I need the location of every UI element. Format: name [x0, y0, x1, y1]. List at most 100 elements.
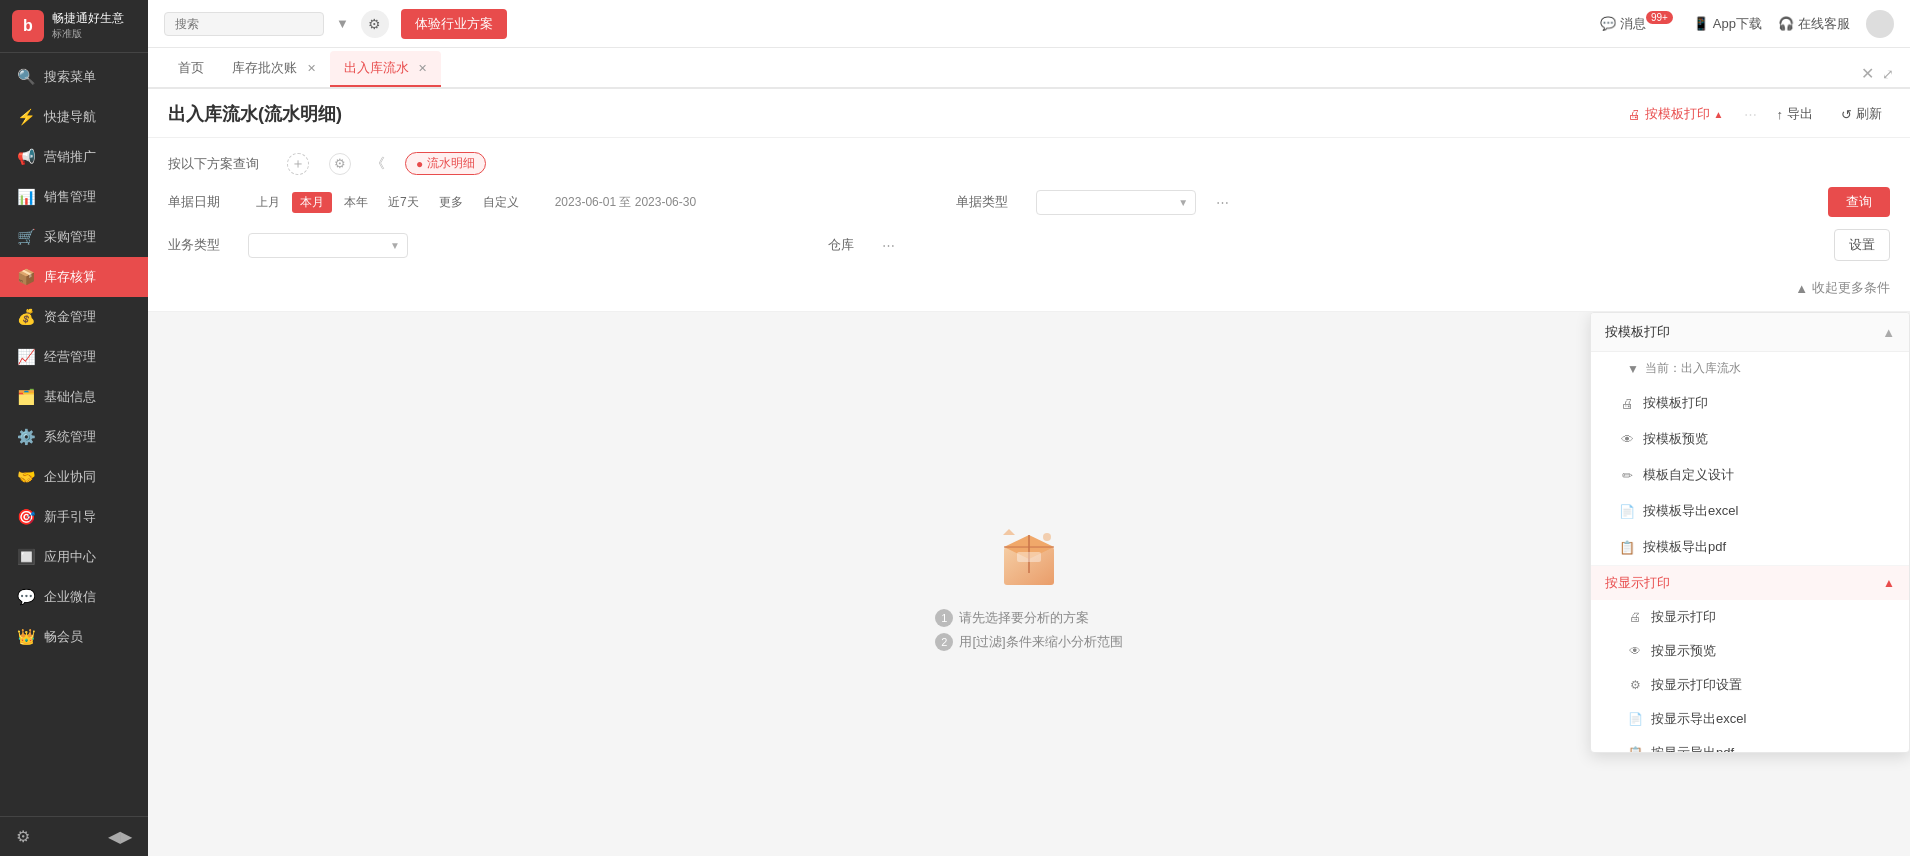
print-template-button[interactable]: 🖨 按模板打印 ▲	[1620, 101, 1732, 127]
dp-item-preview-template[interactable]: 👁 按模板预览	[1591, 421, 1909, 457]
setting-button[interactable]: 设置	[1834, 229, 1890, 261]
date-shortcut-lastmonth[interactable]: 上月	[248, 192, 288, 213]
operations-icon: 📈	[16, 347, 36, 367]
dp-item-custom-design[interactable]: ✏ 模板自定义设计	[1591, 457, 1909, 493]
dp-group-display-label: 按显示打印	[1605, 574, 1670, 592]
search-dropdown-icon[interactable]: ▼	[336, 16, 349, 31]
sidebar-item-purchase[interactable]: 🛒 采购管理	[0, 217, 148, 257]
sidebar-item-wechat[interactable]: 💬 企业微信	[0, 577, 148, 617]
doc-type-select[interactable]	[1036, 190, 1196, 215]
sidebar-item-member[interactable]: 👑 畅会员	[0, 617, 148, 657]
refresh-button[interactable]: ↺ 刷新	[1833, 101, 1890, 127]
filter-row-1: 按以下方案查询 ＋ ⚙ 《 ● 流水明细	[168, 152, 1890, 175]
empty-hints: 1 请先选择要分析的方案 2 用[过滤]条件来缩小分析范围	[935, 609, 1122, 651]
dp-design-icon: ✏	[1619, 467, 1635, 483]
expand-window-icon[interactable]: ⤢	[1882, 66, 1894, 82]
collapse-button[interactable]: ▲ 收起更多条件	[1795, 279, 1890, 297]
message-button[interactable]: 💬 消息 99+	[1600, 15, 1677, 33]
refresh-icon: ↺	[1841, 107, 1852, 122]
svg-point-6	[1043, 533, 1051, 541]
close-window-icon[interactable]: ✕	[1861, 64, 1874, 83]
filter-add-button[interactable]: ＋	[287, 153, 309, 175]
sidebar-item-basic[interactable]: 🗂️ 基础信息	[0, 377, 148, 417]
search-input[interactable]	[164, 12, 324, 36]
topbar: ▼ ⚙ 体验行业方案 💬 消息 99+ 📱 App下载 🎧 在线客服	[148, 0, 1910, 48]
dp-sub-settings-label: 按显示打印设置	[1651, 676, 1742, 694]
tab-batch-account[interactable]: 库存批次账 ✕	[218, 51, 330, 87]
warehouse-more-icon[interactable]: ⋯	[882, 238, 895, 253]
sidebar-item-sales[interactable]: 📊 销售管理	[0, 177, 148, 217]
collapse-sidebar-icon[interactable]: ◀▶	[108, 827, 132, 846]
sidebar-item-search[interactable]: 🔍 搜索菜单	[0, 57, 148, 97]
page-header-actions: 🖨 按模板打印 ▲ ⋯ ↑ 导出 ↺ 刷新	[1620, 101, 1890, 137]
tabs-bar: 首页 库存批次账 ✕ 出入库流水 ✕ ✕ ⤢	[148, 48, 1910, 88]
sidebar-item-cooperation[interactable]: 🤝 企业协同	[0, 457, 148, 497]
dp-sub-item-preview-display[interactable]: 👁 按显示预览	[1591, 634, 1909, 668]
biz-type-select[interactable]	[248, 233, 408, 258]
doc-type-more-icon[interactable]: ⋯	[1216, 195, 1229, 210]
dropdown-collapse-icon[interactable]: ▲	[1882, 325, 1895, 340]
filter-right-actions: 查询	[1828, 187, 1890, 217]
settings-icon[interactable]: ⚙	[16, 827, 30, 846]
sidebar-item-sales-label: 销售管理	[44, 188, 96, 206]
online-service-button[interactable]: 🎧 在线客服	[1778, 15, 1850, 33]
page-title: 出入库流水(流水明细)	[168, 102, 342, 136]
dp-sub-excel-icon: 📄	[1627, 711, 1643, 727]
dp-item-export-excel-template[interactable]: 📄 按模板导出excel	[1591, 493, 1909, 529]
tab-inout-flow[interactable]: 出入库流水 ✕	[330, 51, 442, 87]
dp-item-print-label: 按模板打印	[1643, 394, 1708, 412]
dp-item-export-pdf-template[interactable]: 📋 按模板导出pdf	[1591, 529, 1909, 565]
dp-group-display-arrow: ▲	[1883, 576, 1895, 590]
sidebar-item-cooperation-label: 企业协同	[44, 468, 96, 486]
settings-gear-icon[interactable]: ⚙	[361, 10, 389, 38]
dp-sub-item-print-display[interactable]: 🖨 按显示打印	[1591, 600, 1909, 634]
tab-batch-account-close-icon[interactable]: ✕	[307, 62, 316, 74]
date-shortcut-7days[interactable]: 近7天	[380, 192, 427, 213]
query-button[interactable]: 查询	[1828, 187, 1890, 217]
tab-home[interactable]: 首页	[164, 51, 218, 87]
export-button[interactable]: ↑ 导出	[1769, 101, 1822, 127]
dp-sub-print-label: 按显示打印	[1651, 608, 1716, 626]
export-icon: ↑	[1777, 107, 1784, 122]
user-avatar[interactable]	[1866, 10, 1894, 38]
dp-item-design-label: 模板自定义设计	[1643, 466, 1734, 484]
dp-item-print-template[interactable]: 🖨 按模板打印	[1591, 385, 1909, 421]
filter-collapse-icon[interactable]: 《	[371, 155, 385, 173]
date-shortcut-custom[interactable]: 自定义	[475, 192, 527, 213]
sidebar-item-system[interactable]: ⚙️ 系统管理	[0, 417, 148, 457]
sidebar-item-operations[interactable]: 📈 经营管理	[0, 337, 148, 377]
sidebar-item-purchase-label: 采购管理	[44, 228, 96, 246]
date-shortcut-thismonth[interactable]: 本月	[292, 192, 332, 213]
sidebar-item-finance[interactable]: 💰 资金管理	[0, 297, 148, 337]
sidebar-item-app-center[interactable]: 🔲 应用中心	[0, 537, 148, 577]
empty-state-icon	[989, 517, 1069, 597]
date-shortcut-more[interactable]: 更多	[431, 192, 471, 213]
filter-setting-button[interactable]: ⚙	[329, 153, 351, 175]
industry-solution-button[interactable]: 体验行业方案	[401, 9, 507, 39]
sidebar-item-inventory[interactable]: 📦 库存核算	[0, 257, 148, 297]
print-chevron-up-icon: ▲	[1714, 109, 1724, 120]
sidebar-item-marketing-label: 营销推广	[44, 148, 96, 166]
dp-preview-icon: 👁	[1619, 431, 1635, 447]
dp-sub-item-print-settings[interactable]: ⚙ 按显示打印设置	[1591, 668, 1909, 702]
dp-group-display-header[interactable]: 按显示打印 ▲	[1591, 566, 1909, 600]
date-shortcuts: 上月 本月 本年 近7天 更多 自定义	[248, 192, 527, 213]
quick-nav-icon: ⚡	[16, 107, 36, 127]
sidebar-item-quick-nav[interactable]: ⚡ 快捷导航	[0, 97, 148, 137]
sidebar-item-system-label: 系统管理	[44, 428, 96, 446]
filter-tag-flow-detail[interactable]: ● 流水明细	[405, 152, 486, 175]
content-area: 1 请先选择要分析的方案 2 用[过滤]条件来缩小分析范围 按模板打印 ▲ ▼ …	[148, 312, 1910, 856]
date-shortcut-thisyear[interactable]: 本年	[336, 192, 376, 213]
dp-sub-item-export-pdf-display[interactable]: 📋 按显示导出pdf	[1591, 736, 1909, 752]
dp-sub-item-export-excel-display[interactable]: 📄 按显示导出excel	[1591, 702, 1909, 736]
sidebar-nav: 🔍 搜索菜单 ⚡ 快捷导航 📢 营销推广 📊 销售管理 🛒 采购管理 📦 库存核…	[0, 53, 148, 816]
dp-sub-excel-label: 按显示导出excel	[1651, 710, 1746, 728]
app-download-button[interactable]: 📱 App下载	[1693, 15, 1762, 33]
chevron-up-icon: ▲	[1795, 281, 1808, 296]
dp-item-excel-label: 按模板导出excel	[1643, 502, 1738, 520]
tab-inout-flow-close-icon[interactable]: ✕	[418, 62, 427, 74]
sidebar-item-guide[interactable]: 🎯 新手引导	[0, 497, 148, 537]
filter-tag-icon: ●	[416, 157, 423, 171]
sidebar-item-marketing[interactable]: 📢 营销推广	[0, 137, 148, 177]
message-badge: 99+	[1646, 11, 1673, 24]
